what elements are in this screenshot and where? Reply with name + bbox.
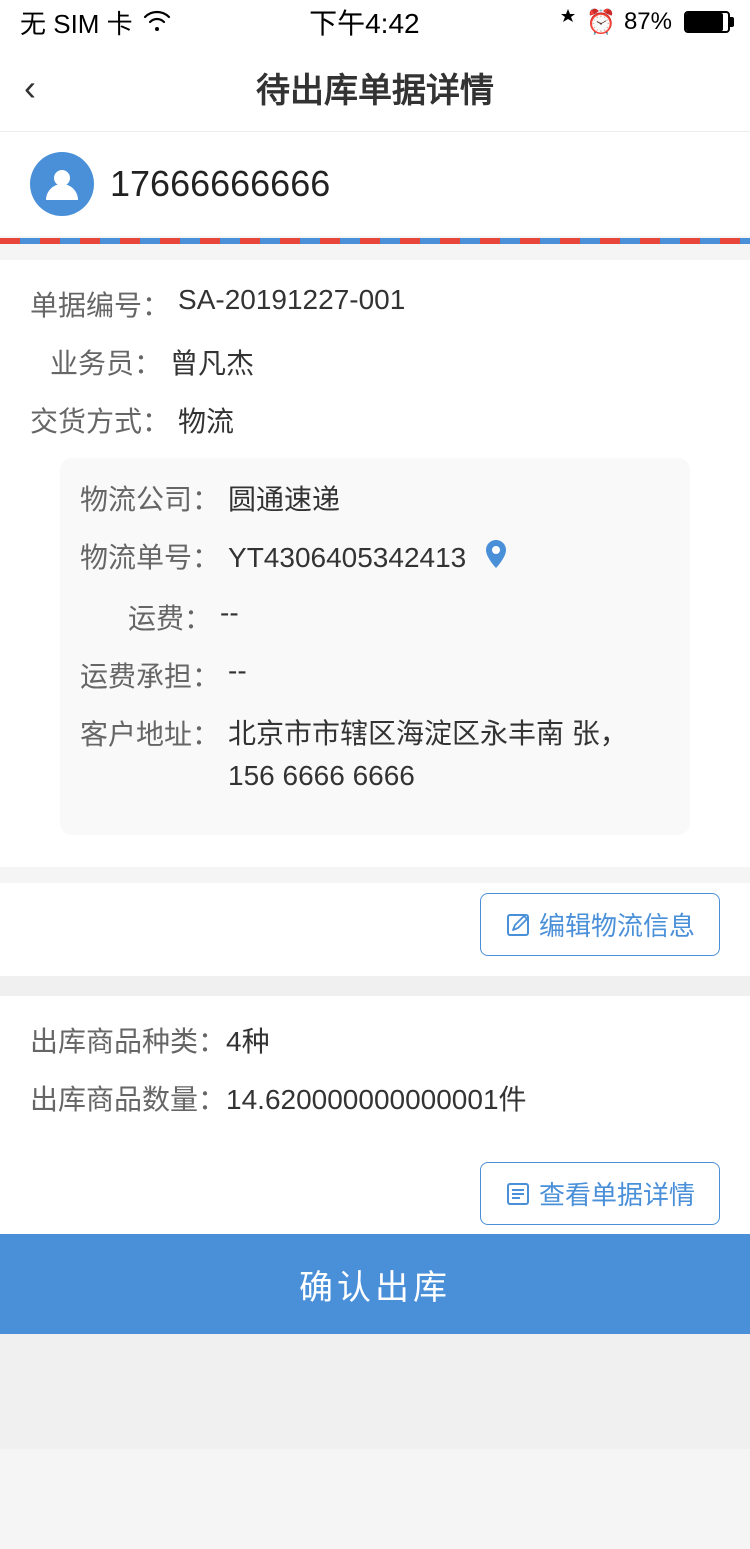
- battery-icon: [684, 11, 730, 33]
- logistics-tracking-label: 物流单号：: [80, 536, 228, 576]
- location-status-icon: [558, 8, 578, 37]
- status-left: 无 SIM 卡: [20, 4, 171, 41]
- logistics-company-label: 物流公司：: [80, 478, 228, 518]
- view-btn-label: 查看单据详情: [539, 1175, 695, 1212]
- user-icon: [42, 164, 82, 204]
- freight-bearer-label: 运费承担：: [80, 655, 228, 695]
- freight-row: 运费： --: [80, 597, 670, 637]
- document-info-section: 单据编号： SA-20191227-001 业务员： 曾凡杰 交货方式： 物流 …: [0, 260, 750, 867]
- staff-row: 业务员： 曾凡杰: [30, 342, 720, 382]
- address-value: 北京市市辖区海淀区永丰南 张，156 6666 6666: [228, 713, 670, 797]
- edit-logistics-button[interactable]: 编辑物流信息: [480, 893, 720, 956]
- map-pin-icon[interactable]: [478, 536, 514, 579]
- confirm-outbound-button[interactable]: 确认出库: [0, 1234, 750, 1334]
- document-number-row: 单据编号： SA-20191227-001: [30, 284, 720, 324]
- page-title: 待出库单据详情: [256, 63, 494, 112]
- confirm-btn-label: 确认出库: [299, 1260, 451, 1309]
- freight-bearer-value: --: [228, 655, 670, 687]
- address-row: 客户地址： 北京市市辖区海淀区永丰南 张，156 6666 6666: [80, 713, 670, 797]
- freight-bearer-row: 运费承担： --: [80, 655, 670, 695]
- nav-bar: ‹ 待出库单据详情: [0, 44, 750, 132]
- document-number-value: SA-20191227-001: [178, 284, 720, 316]
- user-phone: 17666666666: [110, 163, 330, 205]
- delivery-value: 物流: [178, 400, 720, 440]
- logistics-company-value: 圆通速递: [228, 478, 670, 518]
- tracking-number-text: YT4306405342413: [228, 542, 466, 574]
- status-bar: 无 SIM 卡 下午4:42 ⏰ 87%: [0, 0, 750, 44]
- wifi-icon: [143, 7, 171, 38]
- product-quantity-row: 出库商品数量： 14.620000000000001件: [30, 1078, 720, 1118]
- status-right: ⏰ 87%: [558, 8, 730, 37]
- delivery-label: 交货方式：: [30, 400, 178, 440]
- product-type-value: 4种: [226, 1020, 270, 1060]
- alarm-icon: ⏰: [586, 8, 616, 37]
- section-divider-1: [0, 976, 750, 996]
- product-type-row: 出库商品种类： 4种: [30, 1020, 720, 1060]
- logistics-card: 物流公司： 圆通速递 物流单号： YT4306405342413: [60, 458, 690, 835]
- product-type-label: 出库商品种类：: [30, 1020, 226, 1060]
- document-number-label: 单据编号：: [30, 284, 178, 324]
- product-quantity-value: 14.620000000000001件: [226, 1078, 527, 1118]
- freight-value: --: [220, 597, 670, 629]
- edit-btn-label: 编辑物流信息: [539, 906, 695, 943]
- back-button[interactable]: ‹: [24, 67, 36, 109]
- avatar: [30, 152, 94, 216]
- status-time: 下午4:42: [309, 2, 420, 42]
- staff-value: 曾凡杰: [170, 342, 720, 382]
- edit-btn-row: 编辑物流信息: [0, 883, 750, 976]
- product-quantity-label: 出库商品数量：: [30, 1078, 226, 1118]
- logistics-tracking-row: 物流单号： YT4306405342413: [80, 536, 670, 579]
- edit-icon: [505, 912, 531, 938]
- list-icon: [505, 1181, 531, 1207]
- logistics-tracking-value: YT4306405342413: [228, 536, 670, 579]
- dashed-separator: [0, 238, 750, 244]
- product-section: 出库商品种类： 4种 出库商品数量： 14.620000000000001件: [0, 996, 750, 1152]
- user-header: 17666666666: [0, 132, 750, 236]
- carrier-label: 无 SIM 卡: [20, 4, 133, 41]
- logistics-company-row: 物流公司： 圆通速递: [80, 478, 670, 518]
- battery-percent: 87%: [624, 8, 672, 36]
- delivery-row: 交货方式： 物流: [30, 400, 720, 440]
- freight-label: 运费：: [80, 597, 220, 637]
- staff-label: 业务员：: [30, 342, 170, 382]
- address-label: 客户地址：: [80, 713, 228, 753]
- view-detail-button[interactable]: 查看单据详情: [480, 1162, 720, 1225]
